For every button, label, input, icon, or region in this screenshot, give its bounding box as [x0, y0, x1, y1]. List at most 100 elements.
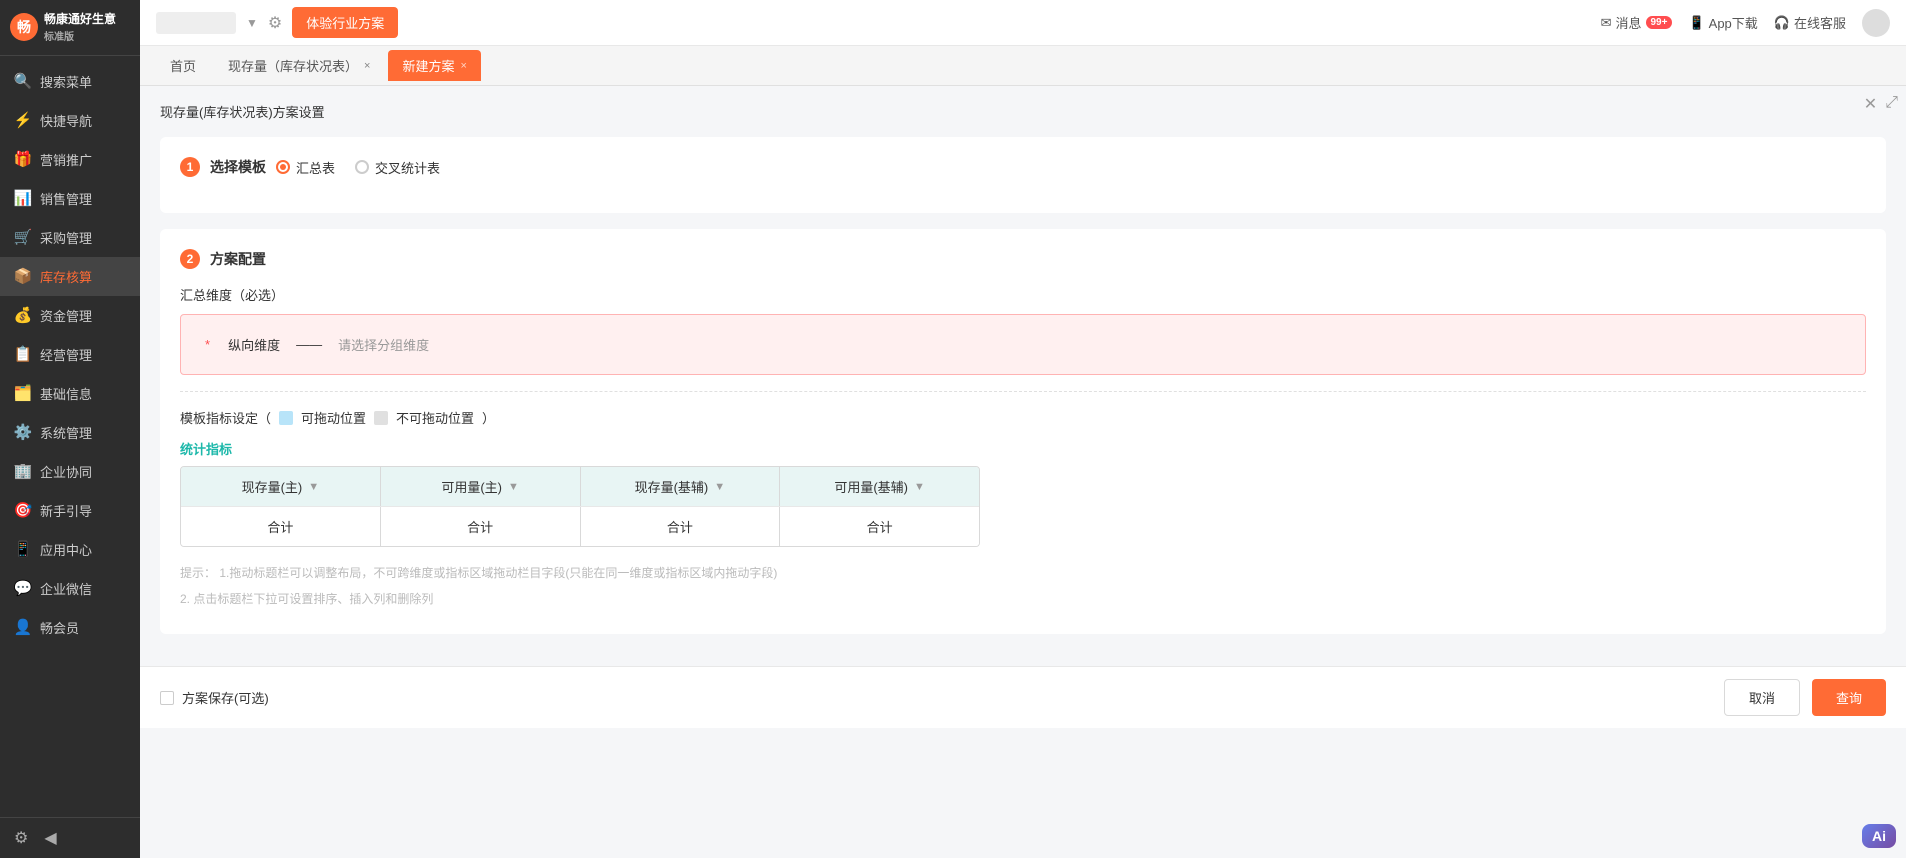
- collapse-icon[interactable]: ◀: [44, 828, 56, 848]
- radio-summary[interactable]: 汇总表: [276, 158, 335, 177]
- wechat-icon: 💬: [14, 579, 32, 597]
- sidebar-item-newbie[interactable]: 🎯 新手引导: [0, 491, 140, 530]
- headset-icon: 🎧: [1774, 15, 1790, 31]
- expand-panel-icon[interactable]: ⤢: [1885, 94, 1898, 114]
- step1-title: 选择模板: [210, 157, 266, 177]
- dimension-placeholder: 请选择分组维度: [338, 335, 429, 354]
- radio-summary-dot: [276, 160, 290, 174]
- col-cell-2: 合计: [581, 507, 781, 546]
- topbar-gear-icon[interactable]: ⚙: [268, 13, 282, 33]
- settings-icon[interactable]: ⚙: [14, 828, 28, 848]
- quicknav-icon: ⚡: [14, 111, 32, 129]
- step2-title: 方案配置: [210, 249, 266, 269]
- radio-crosstab[interactable]: 交叉统计表: [355, 158, 440, 177]
- stats-table-row: 合计 合计 合计 合计: [181, 506, 979, 546]
- chevron-2: ▼: [714, 481, 725, 493]
- inventory-icon: 📦: [14, 267, 32, 285]
- logo-icon: 畅: [10, 13, 38, 41]
- sales-icon: 📊: [14, 189, 32, 207]
- user-avatar[interactable]: [1862, 9, 1890, 37]
- col-cell-1: 合计: [381, 507, 581, 546]
- management-icon: 📋: [14, 345, 32, 363]
- avatar-image: [1862, 9, 1890, 37]
- cancel-button[interactable]: 取消: [1724, 679, 1800, 716]
- sidebar-item-system[interactable]: ⚙️ 系统管理: [0, 413, 140, 452]
- col-header-0[interactable]: 现存量(主) ▼: [181, 467, 381, 506]
- stats-title: 统计指标: [180, 439, 1866, 458]
- system-icon: ⚙️: [14, 423, 32, 441]
- sidebar-item-purchase[interactable]: 🛒 采购管理: [0, 218, 140, 257]
- tab-home[interactable]: 首页: [156, 50, 210, 81]
- sidebar-bottom: ⚙ ◀: [0, 817, 140, 858]
- sidebar-item-wechat[interactable]: 💬 企业微信: [0, 569, 140, 608]
- template-radio-group: 汇总表 交叉统计表: [276, 158, 440, 177]
- ai-badge[interactable]: Ai: [1862, 824, 1896, 848]
- query-button[interactable]: 查询: [1812, 679, 1886, 716]
- tab-new-plan-close[interactable]: ×: [460, 60, 466, 72]
- step2-section: 2 方案配置 汇总维度（必选） * 纵向维度 —— 请选择分组维度: [160, 229, 1886, 634]
- dimension-box[interactable]: * 纵向维度 —— 请选择分组维度: [180, 314, 1866, 375]
- sidebar-item-quick-nav[interactable]: ⚡ 快捷导航: [0, 101, 140, 140]
- col-cell-0: 合计: [181, 507, 381, 546]
- col-header-1[interactable]: 可用量(主) ▼: [381, 467, 581, 506]
- tips-section: 提示： 1.拖动标题栏可以调整布局，不可跨维度或指标区域拖动栏目字段(只能在同一…: [180, 563, 1866, 610]
- main-area: ▼ ⚙ 体验行业方案 ✉ 消息 99+ 📱 App下载 🎧 在线客服: [140, 0, 1906, 858]
- online-support-link[interactable]: 🎧 在线客服: [1774, 13, 1846, 32]
- step2-header: 2 方案配置: [180, 249, 1866, 269]
- company-icon: 🏢: [14, 462, 32, 480]
- purchase-icon: 🛒: [14, 228, 32, 246]
- radio-crosstab-dot: [355, 160, 369, 174]
- stats-table: 现存量(主) ▼ 可用量(主) ▼ 现存量(基辅) ▼: [180, 466, 980, 547]
- dimension-separator: ——: [296, 337, 322, 352]
- topbar-dropdown-arrow[interactable]: ▼: [246, 16, 258, 30]
- footer-save[interactable]: 方案保存(可选): [160, 688, 269, 707]
- messages-badge[interactable]: ✉ 消息 99+: [1601, 13, 1673, 32]
- divider1: [180, 391, 1866, 392]
- sidebar: 畅 畅康通好生意 标准版 🔍 搜索菜单 ⚡ 快捷导航 🎁 营销推广 📊 销售管理…: [0, 0, 140, 858]
- tab-inventory[interactable]: 现存量（库存状况表） ×: [214, 50, 384, 81]
- trial-button[interactable]: 体验行业方案: [292, 7, 398, 38]
- panel-controls: ✕ ⤢: [1864, 94, 1898, 114]
- step1-section: 1 选择模板 汇总表 交叉统计表: [160, 137, 1886, 213]
- tab-inventory-close[interactable]: ×: [364, 60, 370, 72]
- message-icon: ✉: [1601, 15, 1612, 31]
- content-area: ✕ ⤢ 现存量(库存状况表)方案设置 1 选择模板 汇总表: [140, 86, 1906, 858]
- save-checkbox[interactable]: [160, 691, 174, 705]
- dimension-name: 纵向维度: [228, 335, 280, 354]
- content-inner: 现存量(库存状况表)方案设置 1 选择模板 汇总表 交叉统计表: [140, 86, 1906, 666]
- sidebar-item-management[interactable]: 📋 经营管理: [0, 335, 140, 374]
- sidebar-item-sales[interactable]: 📊 销售管理: [0, 179, 140, 218]
- chevron-1: ▼: [508, 481, 519, 493]
- col-cell-3: 合计: [780, 507, 979, 546]
- stats-table-header: 现存量(主) ▼ 可用量(主) ▼ 现存量(基辅) ▼: [181, 467, 979, 506]
- chevron-3: ▼: [914, 481, 925, 493]
- sidebar-item-apps[interactable]: 📱 应用中心: [0, 530, 140, 569]
- sidebar-item-finance[interactable]: 💰 资金管理: [0, 296, 140, 335]
- indicator-label: 模板指标设定（ 可拖动位置 不可拖动位置 ）: [180, 408, 1866, 427]
- apps-icon: 📱: [14, 540, 32, 558]
- close-panel-icon[interactable]: ✕: [1864, 94, 1877, 114]
- member-icon: 👤: [14, 618, 32, 636]
- step2-badge: 2: [180, 249, 200, 269]
- basic-icon: 🗂️: [14, 384, 32, 402]
- indicator-settings: 模板指标设定（ 可拖动位置 不可拖动位置 ） 统计指标 现存量(主): [180, 408, 1866, 547]
- app-logo: 畅 畅康通好生意 标准版: [0, 0, 140, 56]
- sidebar-item-inventory[interactable]: 📦 库存核算: [0, 257, 140, 296]
- sidebar-item-basic[interactable]: 🗂️ 基础信息: [0, 374, 140, 413]
- sidebar-item-search[interactable]: 🔍 搜索菜单: [0, 62, 140, 101]
- app-download-link[interactable]: 📱 App下载: [1688, 13, 1757, 32]
- topbar-right: ✉ 消息 99+ 📱 App下载 🎧 在线客服: [1601, 9, 1890, 37]
- tab-new-plan[interactable]: 新建方案 ×: [388, 50, 480, 81]
- search-icon: 🔍: [14, 72, 32, 90]
- sidebar-item-company[interactable]: 🏢 企业协同: [0, 452, 140, 491]
- finance-icon: 💰: [14, 306, 32, 324]
- phone-icon: 📱: [1688, 15, 1704, 31]
- sidebar-item-marketing[interactable]: 🎁 营销推广: [0, 140, 140, 179]
- footer-actions: 取消 查询: [1724, 679, 1886, 716]
- dimension-label: 汇总维度（必选）: [180, 285, 1866, 304]
- col-header-2[interactable]: 现存量(基辅) ▼: [581, 467, 781, 506]
- sidebar-item-member[interactable]: 👤 畅会员: [0, 608, 140, 647]
- col-header-3[interactable]: 可用量(基辅) ▼: [780, 467, 979, 506]
- draggable-badge: [279, 411, 293, 425]
- newbie-icon: 🎯: [14, 501, 32, 519]
